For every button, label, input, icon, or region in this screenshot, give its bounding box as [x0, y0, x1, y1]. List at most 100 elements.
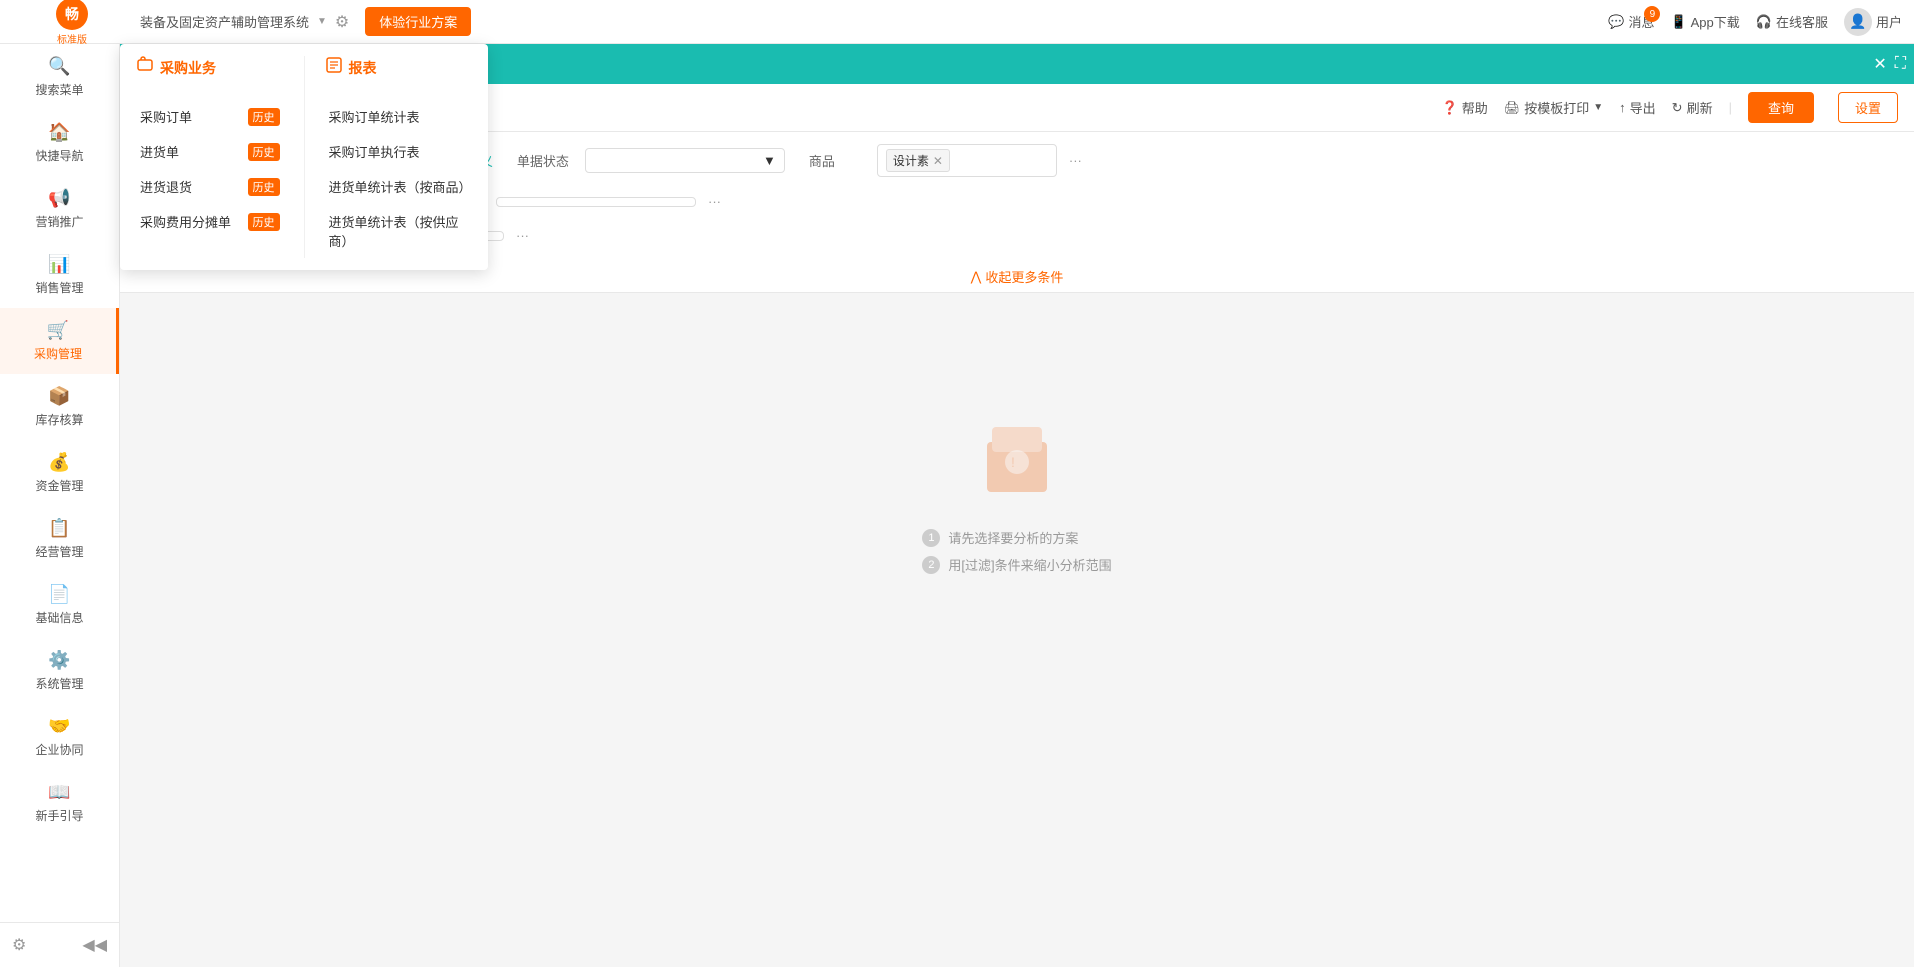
- purchase-dropdown-menu: 采购业务 采购订单 历史 进货单 历史 进货退货 历史 采购费用分摊单 历史: [120, 44, 488, 270]
- sidebar-item-purchase[interactable]: 🛒 采购管理: [0, 308, 119, 374]
- operations-icon: 📋: [48, 518, 70, 539]
- help-icon: ❓: [1442, 100, 1458, 116]
- empty-illustration: !: [967, 412, 1067, 512]
- order-exec-label: 采购订单执行表: [329, 142, 420, 161]
- goods-stats-by-supplier-label: 进货单统计表（按供应商）: [329, 212, 469, 250]
- customer-more-icon[interactable]: ···: [516, 228, 529, 243]
- empty-hints: 1 请先选择要分析的方案 2 用[过滤]条件来缩小分析范围: [922, 528, 1111, 574]
- report-menu-section: 报表 采购订单统计表 采购订单执行表 进货单统计表（按商品） 进货单统计表（按供…: [309, 56, 489, 258]
- tab-maximize-icon[interactable]: ⛶: [1895, 55, 1906, 73]
- user-label: 用户: [1876, 12, 1902, 31]
- query-btn[interactable]: 查询: [1748, 92, 1814, 123]
- refresh-label: 刷新: [1687, 98, 1713, 117]
- tab-minimize-icon[interactable]: ✕: [1873, 54, 1886, 74]
- goods-input[interactable]: 设计素 ✕: [877, 144, 1057, 177]
- app-download-label: App下载: [1691, 12, 1740, 31]
- search-icon: 🔍: [48, 56, 70, 77]
- purchase-return-label: 进货退货: [140, 177, 192, 196]
- sidebar-label-sales: 销售管理: [35, 279, 83, 296]
- salesperson-input[interactable]: [496, 197, 696, 207]
- industry-btn[interactable]: 体验行业方案: [365, 7, 471, 36]
- order-stats-label: 采购订单统计表: [329, 107, 420, 126]
- sidebar-item-operations[interactable]: 📋 经营管理: [0, 506, 119, 572]
- print-label: 按模板打印: [1524, 98, 1589, 117]
- menu-item-order-stats[interactable]: 采购订单统计表: [325, 99, 473, 134]
- goods-tag-close[interactable]: ✕: [933, 154, 943, 168]
- sidebar-item-marketing[interactable]: 📢 营销推广: [0, 176, 119, 242]
- history-badge-purchase-expense: 历史: [248, 213, 280, 231]
- sidebar-collapse-icon[interactable]: ◀◀: [82, 935, 107, 955]
- print-dropdown-icon[interactable]: ▼: [1593, 102, 1603, 113]
- home-icon: 🏠: [48, 122, 70, 143]
- sidebar-item-quicknav[interactable]: 🏠 快捷导航: [0, 110, 119, 176]
- headset-icon: 🎧: [1756, 14, 1772, 30]
- menu-item-goods-stats-by-supplier[interactable]: 进货单统计表（按供应商）: [325, 204, 473, 258]
- sidebar-item-newbie[interactable]: 📖 新手引导: [0, 770, 119, 836]
- print-btn[interactable]: 🖨 按模板打印 ▼: [1504, 98, 1603, 117]
- goods-label: 商品: [809, 151, 869, 170]
- menu-item-purchase-return[interactable]: 进货退货 历史: [136, 169, 284, 204]
- online-service-label: 在线客服: [1776, 12, 1828, 31]
- export-icon: ↑: [1619, 100, 1626, 115]
- doc-status-select[interactable]: ▼: [585, 148, 785, 173]
- refresh-icon: ↻: [1672, 100, 1683, 116]
- empty-state: ! 1 请先选择要分析的方案 2 用[过滤]条件来缩小分析范围: [120, 293, 1914, 693]
- goods-more-icon[interactable]: ···: [1069, 153, 1082, 168]
- menu-item-goods-stats-by-goods[interactable]: 进货单统计表（按商品）: [325, 169, 473, 204]
- menu-item-purchase-order[interactable]: 采购订单 历史: [136, 99, 284, 134]
- print-icon: 🖨: [1504, 100, 1521, 116]
- refresh-btn[interactable]: ↻ 刷新: [1672, 98, 1713, 117]
- report-section-title: 报表: [325, 56, 473, 87]
- collapse-up-icon: ⋀: [971, 269, 982, 285]
- hint-num-1: 1: [922, 529, 940, 547]
- help-btn[interactable]: ❓ 帮助: [1442, 98, 1488, 117]
- logo-icon: 畅: [56, 0, 88, 30]
- tab-actions: ✕ ⛶: [1873, 54, 1906, 74]
- sidebar-item-basic[interactable]: 📄 基础信息: [0, 572, 119, 638]
- online-service-btn[interactable]: 🎧 在线客服: [1756, 12, 1828, 31]
- history-badge-purchase-goods: 历史: [248, 143, 280, 161]
- sidebar-item-search[interactable]: 🔍 搜索菜单: [0, 44, 119, 110]
- sidebar-item-inventory[interactable]: 📦 库存核算: [0, 374, 119, 440]
- topbar: 畅 标准版 装备及固定资产辅助管理系统 ▼ ⚙ 体验行业方案 💬 消息 9 📱 …: [0, 0, 1914, 44]
- doc-status-filter: 单据状态 ▼: [517, 148, 785, 173]
- purchase-order-label: 采购订单: [140, 107, 192, 126]
- sidebar-item-finance[interactable]: 💰 资金管理: [0, 440, 119, 506]
- purchase-icon: 🛒: [47, 320, 69, 341]
- gear-icon[interactable]: ⚙: [335, 12, 349, 32]
- sidebar-item-system[interactable]: ⚙️ 系统管理: [0, 638, 119, 704]
- user-btn[interactable]: 👤 用户: [1844, 8, 1902, 36]
- basic-icon: 📄: [48, 584, 70, 605]
- menu-item-order-exec[interactable]: 采购订单执行表: [325, 134, 473, 169]
- settings-btn[interactable]: 设置: [1838, 92, 1898, 123]
- sidebar-label-purchase: 采购管理: [34, 345, 82, 362]
- collapse-text: 收起更多条件: [985, 267, 1063, 286]
- sidebar-label-basic: 基础信息: [35, 609, 83, 626]
- sidebar-item-sales[interactable]: 📊 销售管理: [0, 242, 119, 308]
- phone-icon: 📱: [1670, 14, 1686, 30]
- goods-tag-text: 设计素: [893, 152, 929, 169]
- sidebar-label-enterprise: 企业协同: [35, 741, 83, 758]
- finance-icon: 💰: [48, 452, 70, 473]
- system-title-area: 装备及固定资产辅助管理系统 ▼ ⚙ 体验行业方案: [132, 7, 1608, 36]
- export-btn[interactable]: ↑ 导出: [1619, 98, 1656, 117]
- logo-area: 畅 标准版: [12, 0, 132, 46]
- sales-icon: 📊: [48, 254, 70, 275]
- goods-tag: 设计素 ✕: [886, 149, 950, 172]
- sidebar-label-finance: 资金管理: [35, 477, 83, 494]
- menu-item-purchase-goods[interactable]: 进货单 历史: [136, 134, 284, 169]
- svg-text:畅: 畅: [65, 6, 79, 22]
- system-dropdown-arrow[interactable]: ▼: [317, 16, 327, 27]
- report-section-icon: [325, 56, 343, 79]
- messages-btn[interactable]: 💬 消息 9: [1608, 12, 1654, 31]
- salesperson-more-icon[interactable]: ···: [708, 194, 721, 209]
- avatar: 👤: [1844, 8, 1872, 36]
- menu-item-purchase-expense[interactable]: 采购费用分摊单 历史: [136, 204, 284, 239]
- hint-num-2: 2: [922, 556, 940, 574]
- marketing-icon: 📢: [48, 188, 70, 209]
- report-section-label: 报表: [349, 58, 377, 78]
- sidebar-settings-icon[interactable]: ⚙: [12, 935, 26, 955]
- sidebar-item-enterprise[interactable]: 🤝 企业协同: [0, 704, 119, 770]
- svg-text:!: !: [1011, 454, 1015, 470]
- app-download-btn[interactable]: 📱 App下载: [1670, 12, 1739, 31]
